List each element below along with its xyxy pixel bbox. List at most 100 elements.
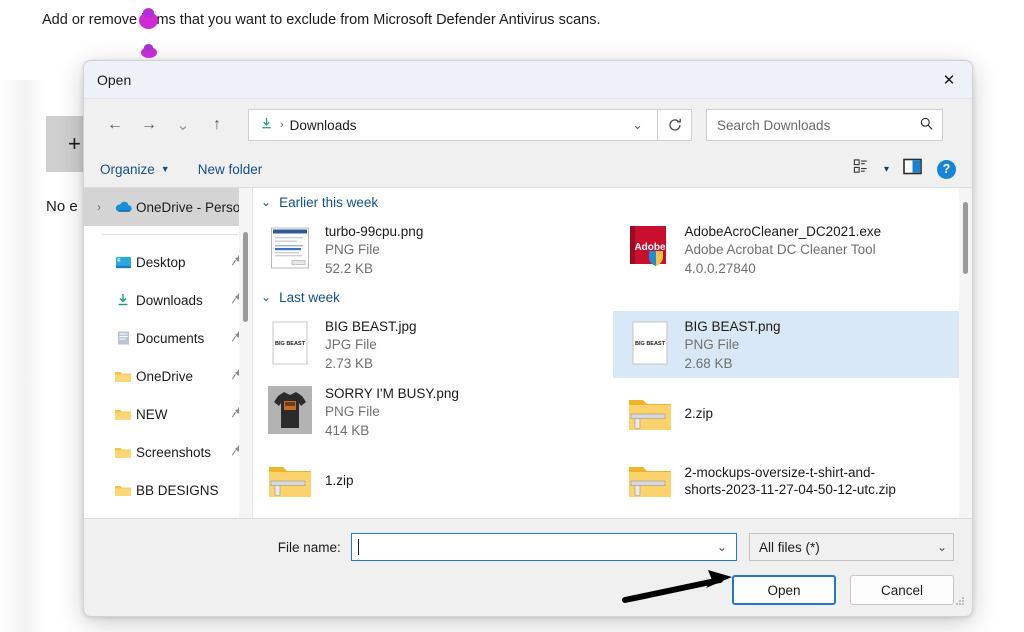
documents-icon xyxy=(110,330,136,346)
zip-folder-icon xyxy=(267,453,313,509)
file-item-2-zip[interactable]: 2.zip xyxy=(613,378,973,445)
chevron-right-icon[interactable]: › xyxy=(88,200,110,214)
open-file-dialog: Open ✕ ← → ⌄ ↑ › Downloads ⌄ Search xyxy=(83,60,973,617)
new-folder-button[interactable]: New folder xyxy=(198,162,263,177)
chevron-down-icon[interactable]: ⌄ xyxy=(261,290,271,304)
sidebar-item-bb-designs[interactable]: BB DESIGNS xyxy=(84,471,252,509)
search-box[interactable]: Search Downloads xyxy=(706,109,943,141)
file-name: BIG BEAST.jpg xyxy=(325,318,417,335)
file-list-scrollbar[interactable] xyxy=(959,188,972,518)
svg-text:BIG BEAST: BIG BEAST xyxy=(275,341,306,347)
file-name: SORRY I'M BUSY.png xyxy=(325,385,459,402)
chevron-down-icon[interactable]: ▾ xyxy=(884,164,889,175)
bigbeast-thumbnail-icon: BIG BEAST xyxy=(627,315,673,371)
group-header-last-week[interactable]: ⌄ Last week xyxy=(253,283,972,311)
file-type-filter-select[interactable]: All files (*) ⌄ xyxy=(749,533,954,561)
open-button[interactable]: Open xyxy=(732,575,836,605)
chevron-down-icon[interactable]: ⌄ xyxy=(717,540,732,554)
file-name-input[interactable]: ⌄ xyxy=(351,533,737,561)
organize-label: Organize xyxy=(100,162,155,177)
organize-menu[interactable]: Organize ▼ xyxy=(100,162,170,177)
file-item-big-beast-png[interactable]: BIG BEAST BIG BEAST.png PNG File 2.68 KB xyxy=(613,311,973,378)
tshirt-thumbnail-icon xyxy=(267,382,313,438)
file-version: 4.0.0.27840 xyxy=(685,259,882,278)
zip-folder-icon xyxy=(627,453,673,509)
folder-icon xyxy=(110,407,136,422)
sidebar-item-documents[interactable]: Documents xyxy=(84,319,252,357)
sidebar-item-screenshots[interactable]: Screenshots xyxy=(84,433,252,471)
breadcrumb-folder[interactable]: Downloads xyxy=(290,118,357,133)
sidebar-scrollbar-thumb[interactable] xyxy=(243,232,248,322)
file-size: 2.73 KB xyxy=(325,354,417,373)
chevron-down-icon[interactable]: ⌄ xyxy=(261,195,271,209)
sidebar-item-downloads[interactable]: Downloads xyxy=(84,281,252,319)
file-item-turbo-99cpu[interactable]: turbo-99cpu.png PNG File 52.2 KB xyxy=(253,216,613,283)
sidebar-scrollbar[interactable] xyxy=(239,188,252,518)
file-list-scrollbar-thumb[interactable] xyxy=(963,202,968,274)
navigation-bar: ← → ⌄ ↑ › Downloads ⌄ Search Downloads xyxy=(84,99,972,151)
cancel-button[interactable]: Cancel xyxy=(850,575,954,605)
file-type: JPG File xyxy=(325,335,417,354)
file-name-label: File name: xyxy=(84,540,351,555)
search-icon[interactable] xyxy=(919,116,934,134)
file-item-1-zip[interactable]: 1.zip xyxy=(253,445,613,512)
recent-locations-icon[interactable]: ⌄ xyxy=(168,110,198,140)
chevron-down-icon: ⌄ xyxy=(937,540,947,554)
file-size: 52.2 KB xyxy=(325,259,423,278)
file-item-2-mockups-zip[interactable]: 2-mockups-oversize-t-shirt-and-shorts-20… xyxy=(613,445,973,512)
toolbar-right-group: ▾ ? xyxy=(853,158,956,180)
screenshot-thumbnail-icon xyxy=(267,220,313,276)
file-type: PNG File xyxy=(685,335,781,354)
file-name: 1.zip xyxy=(325,472,354,489)
folder-icon xyxy=(110,369,136,384)
search-input[interactable]: Search Downloads xyxy=(717,118,830,133)
address-bar[interactable]: › Downloads ⌄ xyxy=(248,109,658,141)
sidebar-item-new[interactable]: NEW xyxy=(84,395,252,433)
svg-text:BIG BEAST: BIG BEAST xyxy=(635,341,666,347)
file-grid-earlier: turbo-99cpu.png PNG File 52.2 KB Adobe xyxy=(253,216,972,283)
dialog-body: › OneDrive - Perso xyxy=(84,187,972,518)
sidebar-item-label: OneDrive - Perso xyxy=(136,200,240,215)
downloads-icon xyxy=(110,292,136,308)
forward-icon[interactable]: → xyxy=(134,110,164,140)
sidebar-item-label: OneDrive xyxy=(136,369,193,384)
preview-pane-icon[interactable] xyxy=(903,158,923,180)
text-cursor xyxy=(358,539,359,555)
chevron-down-icon: ▼ xyxy=(161,164,170,174)
file-item-big-beast-jpg[interactable]: BIG BEAST BIG BEAST.jpg JPG File 2.73 KB xyxy=(253,311,613,378)
refresh-icon[interactable] xyxy=(658,109,692,141)
sidebar-item-label: Desktop xyxy=(136,255,186,270)
navigation-sidebar: › OneDrive - Perso xyxy=(84,188,252,518)
group-header-label: Earlier this week xyxy=(279,195,378,210)
group-header-label: Last week xyxy=(279,290,340,305)
file-type: PNG File xyxy=(325,240,423,259)
file-list-pane: ⌄ Earlier this week xyxy=(252,188,972,518)
view-options-icon[interactable] xyxy=(853,158,870,180)
sidebar-item-label: BB DESIGNS xyxy=(136,483,219,498)
file-grid-last-week: BIG BEAST BIG BEAST.jpg JPG File 2.73 KB… xyxy=(253,311,972,512)
help-icon[interactable]: ? xyxy=(937,160,956,179)
file-name: 2-mockups-oversize-t-shirt-and-shorts-20… xyxy=(685,464,907,498)
up-icon[interactable]: ↑ xyxy=(202,110,232,140)
close-icon[interactable]: ✕ xyxy=(926,61,972,98)
file-item-adobeacrocleaner[interactable]: Adobe AdobeAcroCleaner_DC2021.exe Adobe … xyxy=(613,216,973,283)
file-size: 2.68 KB xyxy=(685,354,781,373)
sidebar-item-desktop[interactable]: Desktop xyxy=(84,243,252,281)
file-item-sorry-im-busy[interactable]: SORRY I'M BUSY.png PNG File 414 KB xyxy=(253,378,613,445)
back-icon[interactable]: ← xyxy=(100,110,130,140)
sidebar-item-label: NEW xyxy=(136,407,168,422)
folder-icon xyxy=(110,445,136,460)
no-exclusions-text: No e xyxy=(46,198,78,215)
group-header-earlier-this-week[interactable]: ⌄ Earlier this week xyxy=(253,188,972,216)
sidebar-item-onedrive[interactable]: OneDrive xyxy=(84,357,252,395)
folder-icon xyxy=(110,483,136,498)
file-meta: 1.zip xyxy=(325,472,354,489)
sidebar-item-onedrive-personal[interactable]: › OneDrive - Perso xyxy=(84,188,252,226)
file-meta: BIG BEAST.jpg JPG File 2.73 KB xyxy=(325,315,417,373)
cursor-marker-secondary-highlight xyxy=(144,44,153,51)
chevron-down-icon[interactable]: ⌄ xyxy=(624,117,651,133)
resize-grip-icon[interactable] xyxy=(954,594,966,606)
file-name-row: File name: ⌄ All files (*) ⌄ xyxy=(84,519,972,561)
page-shadow-strip xyxy=(0,80,46,632)
dialog-button-row: Open Cancel xyxy=(84,561,972,605)
